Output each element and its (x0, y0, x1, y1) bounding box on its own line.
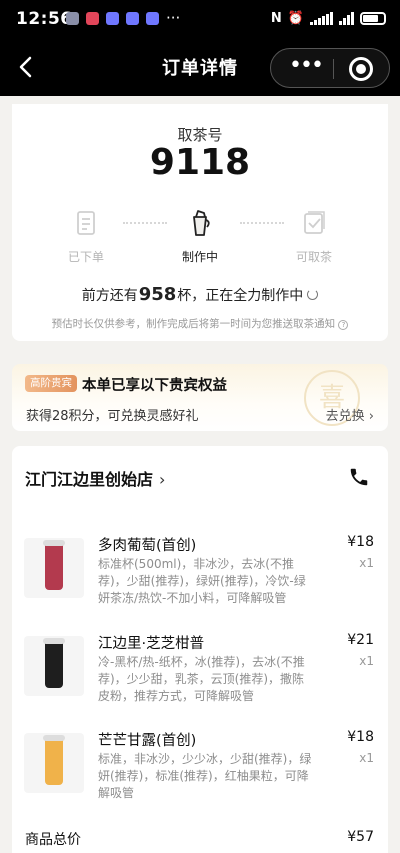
receipt-icon (77, 211, 95, 235)
order-item[interactable]: 江边里·芝芝柑普 冷-黑杯/热-纸杯，冰(推荐)，去冰(不推荐)，少少甜，乳茶，… (12, 632, 388, 727)
product-image (24, 538, 84, 598)
item-name: 江边里·芝芝柑普 (98, 636, 205, 652)
alarm-icon: ⏰ (287, 11, 304, 26)
points-earned: 获得28积分，可兑换灵感好礼 (26, 409, 199, 424)
item-name: 芒芒甘露(首创) (98, 733, 197, 749)
vip-level-badge: 高阶贵宾 (25, 375, 77, 392)
chevron-right-icon: › (368, 409, 374, 424)
item-options: 冷-黑杯/热-纸杯，冰(推荐)，去冰(不推荐)，少少甜，乳茶，云顶(推荐)，撒陈… (98, 655, 305, 703)
item-price: ¥18 (347, 729, 374, 745)
subtotal-label: 商品总价 (25, 832, 81, 848)
shaker-icon (193, 210, 210, 236)
product-image (24, 636, 84, 696)
order-progress-steps: 已下单 制作中 可取茶 (12, 208, 388, 268)
app-notification-icon (126, 12, 139, 25)
step-label: 可取茶 (295, 250, 332, 264)
subtotal-row: 商品总价 ¥57 (25, 829, 374, 849)
product-image (24, 733, 84, 793)
phone-icon[interactable] (348, 466, 370, 488)
item-price: ¥21 (347, 632, 374, 648)
signal-icon (339, 12, 354, 25)
item-quantity: x1 (359, 751, 374, 765)
status-time: 12:56 (16, 9, 73, 29)
battery-icon (360, 12, 386, 25)
app-notification-icon (66, 12, 79, 25)
miniprogram-capsule: ••• (270, 48, 390, 88)
step-ready: 可取茶 (279, 208, 349, 265)
refresh-icon[interactable] (307, 289, 319, 300)
step-connector (240, 222, 284, 224)
step-label: 制作中 (181, 250, 218, 264)
estimate-note: 预估时长仅供参考，制作完成后将第一时间为您推送取茶通知 ? (12, 316, 388, 331)
pickup-number: 9118 (149, 142, 251, 183)
order-status-card: 取茶号 9118 已下单 制作中 可取茶 前方还有958杯，正在全力制作中 预估… (12, 104, 388, 341)
order-item[interactable]: 多肉葡萄(首创) 标准杯(500ml)，非冰沙，去冰(不推荐)，少甜(推荐)，绿… (12, 534, 388, 629)
store-link[interactable]: 江门江边里创始店 › (25, 466, 165, 490)
queue-suffix: 杯，正在全力制作中 (177, 288, 304, 304)
system-status: N ⏰ (271, 11, 386, 26)
store-name: 江门江边里创始店 (25, 470, 154, 489)
redeem-link[interactable]: 去兑换 › (326, 405, 374, 424)
step-making: 制作中 (165, 208, 235, 265)
subtotal-value: ¥57 (347, 829, 374, 845)
item-quantity: x1 (359, 654, 374, 668)
queue-status: 前方还有958杯，正在全力制作中 (12, 284, 388, 305)
info-icon[interactable]: ? (338, 320, 349, 330)
step-connector (123, 222, 167, 224)
capsule-divider (333, 59, 334, 79)
item-price: ¥18 (347, 534, 374, 550)
status-bar: 12:56 ··· N ⏰ (0, 0, 400, 40)
item-options: 标准杯(500ml)，非冰沙，去冰(不推荐)，少甜(推荐)，绿妍(推荐)，冷饮-… (98, 557, 306, 605)
app-notification-icon (106, 12, 119, 25)
more-options-button[interactable]: ••• (289, 55, 324, 77)
drink-cup-icon (43, 540, 65, 590)
chevron-right-icon: › (159, 470, 166, 489)
signal-icon (310, 12, 333, 25)
drink-cup-icon (43, 735, 65, 785)
vip-benefits-card: 喜 高阶贵宾 本单已享以下贵宾权益 获得28积分，可兑换灵感好礼 去兑换 › (12, 364, 388, 431)
check-box-icon (304, 211, 325, 234)
nfc-icon: N (270, 11, 282, 26)
app-notification-icon (146, 12, 159, 25)
queue-count: 958 (138, 284, 177, 305)
queue-prefix: 前方还有 (81, 288, 138, 304)
navigation-bar: 订单详情 ••• (0, 40, 400, 96)
item-name: 多肉葡萄(首创) (98, 538, 197, 554)
drink-cup-icon (43, 638, 65, 688)
item-options: 标准，非冰沙，少少冰，少甜(推荐)，绿妍(推荐)，标准(推荐)，红柚果粒，可降解… (98, 752, 312, 800)
notification-icons: ··· (66, 9, 181, 27)
app-notification-icon (86, 12, 99, 25)
step-label: 已下单 (67, 250, 104, 264)
redeem-label: 去兑换 (325, 409, 365, 424)
item-quantity: x1 (359, 556, 374, 570)
step-ordered: 已下单 (51, 208, 121, 265)
estimate-note-text: 预估时长仅供参考，制作完成后将第一时间为您推送取茶通知 (51, 318, 336, 330)
more-notifications-icon: ··· (166, 9, 181, 27)
order-item[interactable]: 芒芒甘露(首创) 标准，非冰沙，少少冰，少甜(推荐)，绿妍(推荐)，标准(推荐)… (12, 729, 388, 824)
vip-benefits-title: 本单已享以下贵宾权益 (82, 378, 227, 394)
close-miniprogram-button[interactable] (349, 57, 373, 81)
order-items-card: 江门江边里创始店 › 多肉葡萄(首创) 标准杯(500ml)，非冰沙，去冰(不推荐… (12, 446, 388, 853)
